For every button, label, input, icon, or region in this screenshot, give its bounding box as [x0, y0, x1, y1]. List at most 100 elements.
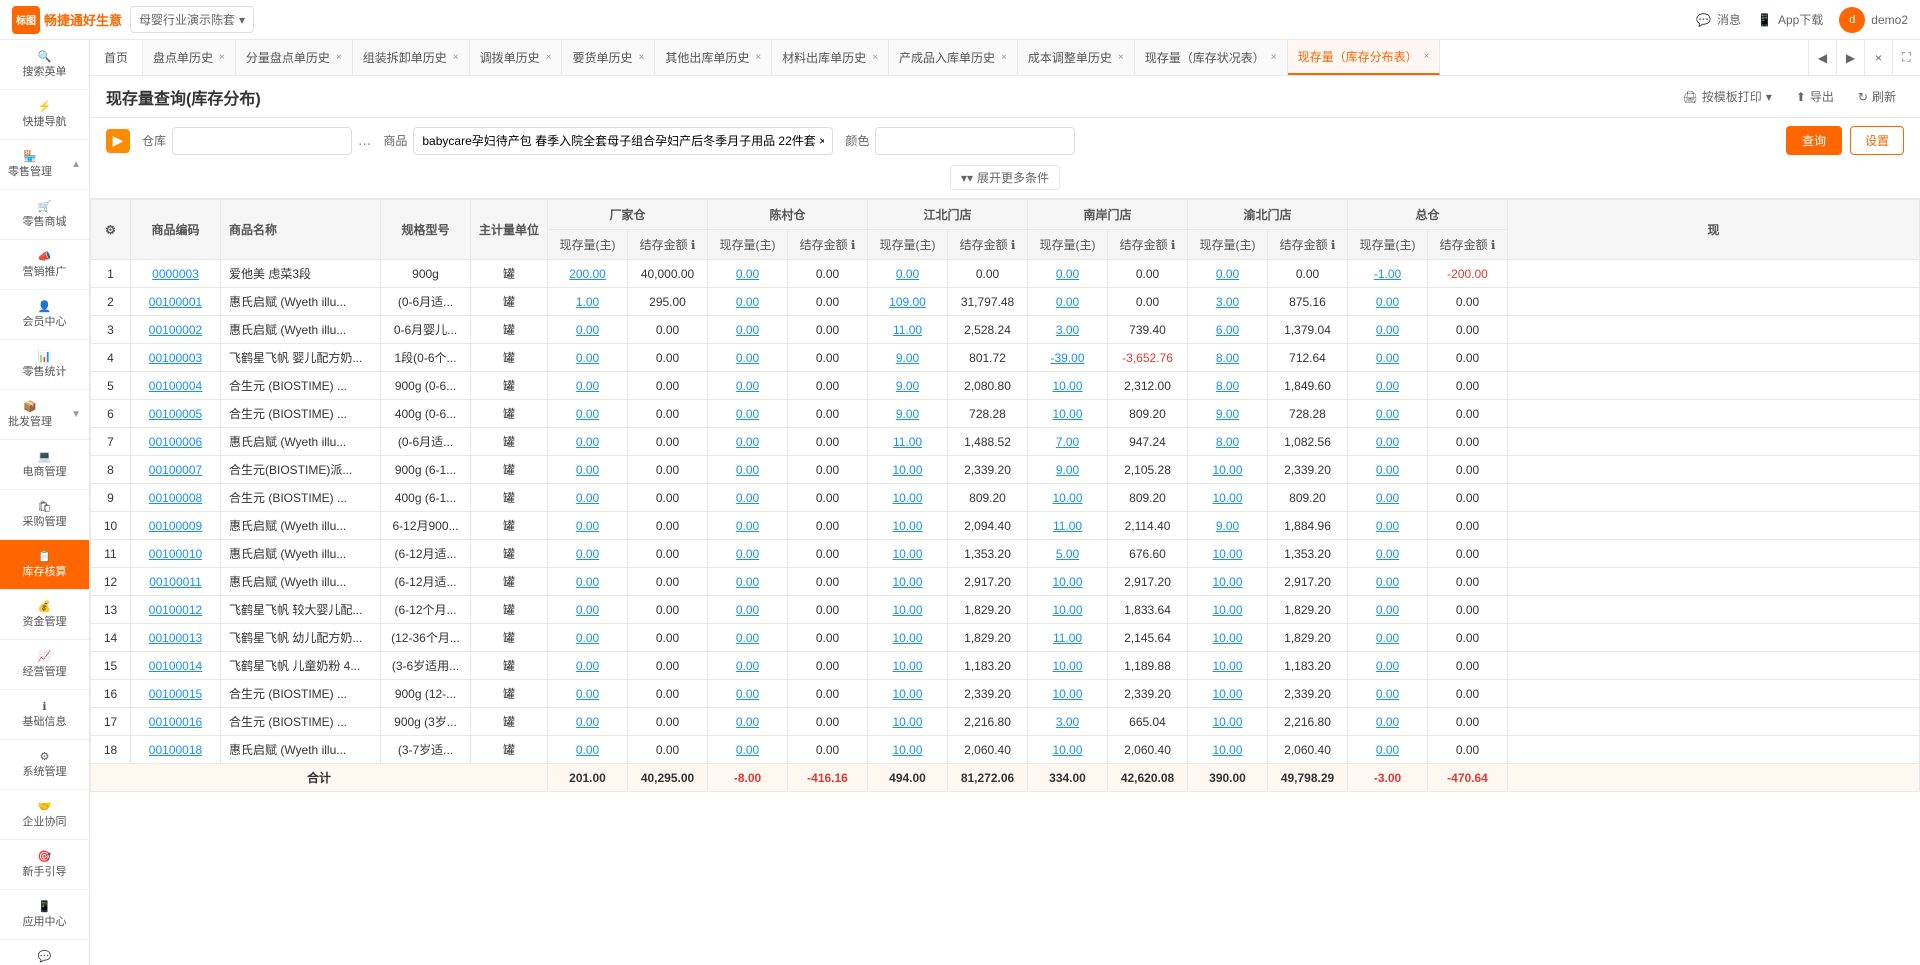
- row-c5-qty[interactable]: 10.00: [1188, 624, 1268, 652]
- row-c1-qty[interactable]: 0.00: [548, 428, 628, 456]
- row-c3-qty[interactable]: 10.00: [868, 680, 948, 708]
- row-code[interactable]: 00100018: [131, 736, 221, 764]
- row-c4-qty[interactable]: 11.00: [1028, 512, 1108, 540]
- row-c6-qty[interactable]: 0.00: [1348, 484, 1428, 512]
- sidebar-item-retail-mgmt[interactable]: 🏪 零售管理 ▲: [0, 140, 89, 190]
- row-c4-qty[interactable]: 3.00: [1028, 708, 1108, 736]
- close-icon-7[interactable]: ×: [872, 52, 878, 63]
- tab-product-in[interactable]: 产成品入库单历史 ×: [889, 40, 1018, 75]
- tab-expand-btn[interactable]: ⛶: [1892, 40, 1920, 76]
- row-code[interactable]: 00100013: [131, 624, 221, 652]
- row-c3-qty[interactable]: 109.00: [868, 288, 948, 316]
- row-c2-qty[interactable]: 0.00: [708, 288, 788, 316]
- sidebar-item-app-center[interactable]: 📱 应用中心: [0, 890, 89, 940]
- color-input[interactable]: [875, 127, 1075, 155]
- row-c5-qty[interactable]: 9.00: [1188, 512, 1268, 540]
- row-code[interactable]: 00100007: [131, 456, 221, 484]
- expand-more-btn[interactable]: ▾▾ 展开更多条件: [950, 165, 1060, 190]
- sidebar-item-inventory[interactable]: 📋 库存核算: [0, 540, 89, 590]
- close-icon-2[interactable]: ×: [336, 52, 342, 63]
- tab-stock-status[interactable]: 现存量（库存状况表） ×: [1135, 40, 1288, 75]
- tab-next-btn[interactable]: ▶: [1836, 40, 1864, 76]
- row-code[interactable]: 0000003: [131, 260, 221, 288]
- row-c6-qty[interactable]: 0.00: [1348, 344, 1428, 372]
- row-c4-qty[interactable]: 10.00: [1028, 652, 1108, 680]
- row-c6-qty[interactable]: 0.00: [1348, 568, 1428, 596]
- row-c5-qty[interactable]: 10.00: [1188, 484, 1268, 512]
- sidebar-item-system[interactable]: ⚙ 系统管理: [0, 740, 89, 790]
- row-c6-qty[interactable]: 0.00: [1348, 372, 1428, 400]
- row-c2-qty[interactable]: 0.00: [708, 652, 788, 680]
- sidebar-item-wholesale[interactable]: 📦 批发管理 ▼: [0, 390, 89, 440]
- row-c5-qty[interactable]: 6.00: [1188, 316, 1268, 344]
- row-c3-qty[interactable]: 9.00: [868, 400, 948, 428]
- row-c2-qty[interactable]: 0.00: [708, 456, 788, 484]
- row-c1-qty[interactable]: 1.00: [548, 288, 628, 316]
- row-c5-qty[interactable]: 9.00: [1188, 400, 1268, 428]
- row-c4-qty[interactable]: 10.00: [1028, 680, 1108, 708]
- row-c6-qty[interactable]: 0.00: [1348, 400, 1428, 428]
- close-icon-4[interactable]: ×: [546, 52, 552, 63]
- refresh-btn[interactable]: ↻ 刷新: [1850, 84, 1904, 109]
- tab-sub-count[interactable]: 分量盘点单历史 ×: [236, 40, 353, 75]
- row-c1-qty[interactable]: 0.00: [548, 372, 628, 400]
- sidebar-item-retail-stats[interactable]: 📊 零售统计: [0, 340, 89, 390]
- close-icon-3[interactable]: ×: [453, 52, 459, 63]
- row-c1-qty[interactable]: 0.00: [548, 680, 628, 708]
- tab-home[interactable]: 首页: [90, 40, 143, 75]
- row-c1-qty[interactable]: 0.00: [548, 596, 628, 624]
- row-c3-qty[interactable]: 0.00: [868, 260, 948, 288]
- row-c6-qty[interactable]: 0.00: [1348, 316, 1428, 344]
- row-code[interactable]: 00100010: [131, 540, 221, 568]
- tab-other-out[interactable]: 其他出库单历史 ×: [655, 40, 772, 75]
- row-c3-qty[interactable]: 10.00: [868, 540, 948, 568]
- close-icon-6[interactable]: ×: [755, 52, 761, 63]
- sidebar-item-purchase[interactable]: 🛍 采购管理: [0, 490, 89, 540]
- row-c4-qty[interactable]: 10.00: [1028, 372, 1108, 400]
- sidebar-item-guide[interactable]: 🎯 新手引导: [0, 840, 89, 890]
- close-icon-10[interactable]: ×: [1271, 52, 1277, 63]
- row-c1-qty[interactable]: 0.00: [548, 316, 628, 344]
- row-c2-qty[interactable]: 0.00: [708, 568, 788, 596]
- row-c2-qty[interactable]: 0.00: [708, 624, 788, 652]
- row-c5-qty[interactable]: 10.00: [1188, 568, 1268, 596]
- row-c1-qty[interactable]: 0.00: [548, 484, 628, 512]
- sidebar-item-enterprise[interactable]: 🤝 企业协同: [0, 790, 89, 840]
- sidebar-item-retail-mall[interactable]: 🛒 零售商城: [0, 190, 89, 240]
- row-code[interactable]: 00100014: [131, 652, 221, 680]
- row-c5-qty[interactable]: 8.00: [1188, 372, 1268, 400]
- row-c3-qty[interactable]: 10.00: [868, 708, 948, 736]
- row-code[interactable]: 00100005: [131, 400, 221, 428]
- close-icon-9[interactable]: ×: [1118, 52, 1124, 63]
- row-code[interactable]: 00100002: [131, 316, 221, 344]
- row-c1-qty[interactable]: 200.00: [548, 260, 628, 288]
- row-c5-qty[interactable]: 0.00: [1188, 260, 1268, 288]
- row-c3-qty[interactable]: 10.00: [868, 568, 948, 596]
- row-c1-qty[interactable]: 0.00: [548, 344, 628, 372]
- sidebar-item-quick-nav[interactable]: ⚡ 快捷导航: [0, 90, 89, 140]
- sidebar-item-operations[interactable]: 📈 经营管理: [0, 640, 89, 690]
- row-c5-qty[interactable]: 3.00: [1188, 288, 1268, 316]
- table-container[interactable]: ⚙ 商品编码 商品名称 规格型号 主计量单位 厂家仓 陈村仓 江北门店 南岸门店…: [90, 199, 1920, 965]
- row-c3-qty[interactable]: 10.00: [868, 596, 948, 624]
- sidebar-item-member[interactable]: 👤 会员中心: [0, 290, 89, 340]
- th-settings[interactable]: ⚙: [91, 200, 131, 260]
- goods-input[interactable]: [413, 127, 833, 155]
- tab-order[interactable]: 要货单历史 ×: [562, 40, 655, 75]
- row-c6-qty[interactable]: 0.00: [1348, 540, 1428, 568]
- row-c5-qty[interactable]: 8.00: [1188, 428, 1268, 456]
- row-c6-qty[interactable]: 0.00: [1348, 652, 1428, 680]
- row-c3-qty[interactable]: 10.00: [868, 484, 948, 512]
- row-c4-qty[interactable]: 10.00: [1028, 484, 1108, 512]
- row-c2-qty[interactable]: 0.00: [708, 708, 788, 736]
- row-c1-qty[interactable]: 0.00: [548, 652, 628, 680]
- close-icon[interactable]: ×: [219, 52, 225, 63]
- row-c2-qty[interactable]: 0.00: [708, 400, 788, 428]
- row-c6-qty[interactable]: 0.00: [1348, 288, 1428, 316]
- row-c1-qty[interactable]: 0.00: [548, 400, 628, 428]
- row-code[interactable]: 00100011: [131, 568, 221, 596]
- row-c4-qty[interactable]: 5.00: [1028, 540, 1108, 568]
- tab-cost-adjust[interactable]: 成本调整单历史 ×: [1018, 40, 1135, 75]
- sidebar-item-ecommerce[interactable]: 💻 电商管理: [0, 440, 89, 490]
- row-c3-qty[interactable]: 9.00: [868, 372, 948, 400]
